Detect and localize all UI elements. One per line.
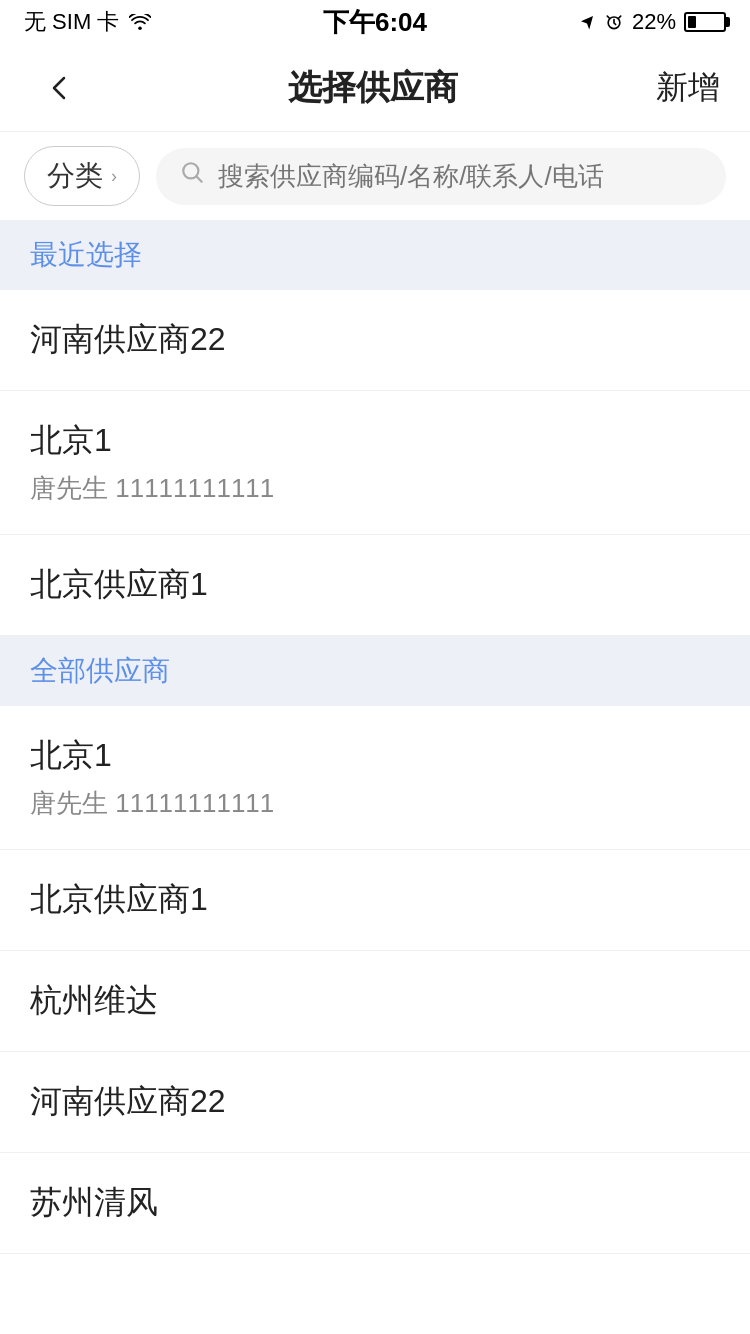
recent-section-header: 最近选择 <box>0 220 750 290</box>
location-icon <box>578 13 596 31</box>
category-button[interactable]: 分类 › <box>24 146 140 206</box>
battery-icon <box>684 12 726 32</box>
status-bar: 无 SIM 卡 下午6:04 22% <box>0 0 750 44</box>
item-name: 北京供应商1 <box>30 878 720 922</box>
list-item[interactable]: 苏州清风 <box>0 1153 750 1254</box>
all-list: 北京1 唐先生 11111111111 北京供应商1 杭州维达河南供应商22 苏州清风 <box>0 706 750 1254</box>
item-name: 河南供应商22 <box>30 318 720 362</box>
status-time: 下午6:04 <box>323 5 427 40</box>
add-button[interactable]: 新增 <box>656 66 720 110</box>
list-item[interactable]: 杭州维达 <box>0 951 750 1052</box>
alarm-icon <box>604 12 624 32</box>
recent-list: 河南供应商22 北京1 唐先生 11111111111 北京供应商1 <box>0 290 750 636</box>
list-item[interactable]: 北京供应商1 <box>0 535 750 636</box>
back-button[interactable] <box>30 58 90 118</box>
page-title: 选择供应商 <box>288 65 458 111</box>
search-icon <box>180 160 206 193</box>
item-name: 杭州维达 <box>30 979 720 1023</box>
status-left: 无 SIM 卡 <box>24 7 151 37</box>
list-item[interactable]: 河南供应商22 <box>0 1052 750 1153</box>
search-box[interactable] <box>156 148 726 205</box>
status-right: 22% <box>578 9 726 35</box>
recent-section-label: 最近选择 <box>30 239 142 270</box>
item-name: 北京1 <box>30 419 720 463</box>
no-sim-label: 无 SIM 卡 <box>24 7 119 37</box>
item-sub: 唐先生 11111111111 <box>30 786 720 821</box>
nav-bar: 选择供应商 新增 <box>0 44 750 132</box>
list-item[interactable]: 河南供应商22 <box>0 290 750 391</box>
category-label: 分类 <box>47 157 103 195</box>
all-section-header: 全部供应商 <box>0 636 750 706</box>
wifi-icon <box>129 14 151 30</box>
all-section-label: 全部供应商 <box>30 655 170 686</box>
item-name: 河南供应商22 <box>30 1080 720 1124</box>
back-icon <box>46 74 74 102</box>
battery-percent: 22% <box>632 9 676 35</box>
item-sub: 唐先生 11111111111 <box>30 471 720 506</box>
filter-bar: 分类 › <box>0 132 750 220</box>
chevron-right-icon: › <box>111 166 117 187</box>
list-item[interactable]: 北京1 唐先生 11111111111 <box>0 706 750 850</box>
list-item[interactable]: 北京供应商1 <box>0 850 750 951</box>
item-name: 北京供应商1 <box>30 563 720 607</box>
item-name: 北京1 <box>30 734 720 778</box>
list-item[interactable]: 北京1 唐先生 11111111111 <box>0 391 750 535</box>
search-input[interactable] <box>218 161 702 192</box>
item-name: 苏州清风 <box>30 1181 720 1225</box>
